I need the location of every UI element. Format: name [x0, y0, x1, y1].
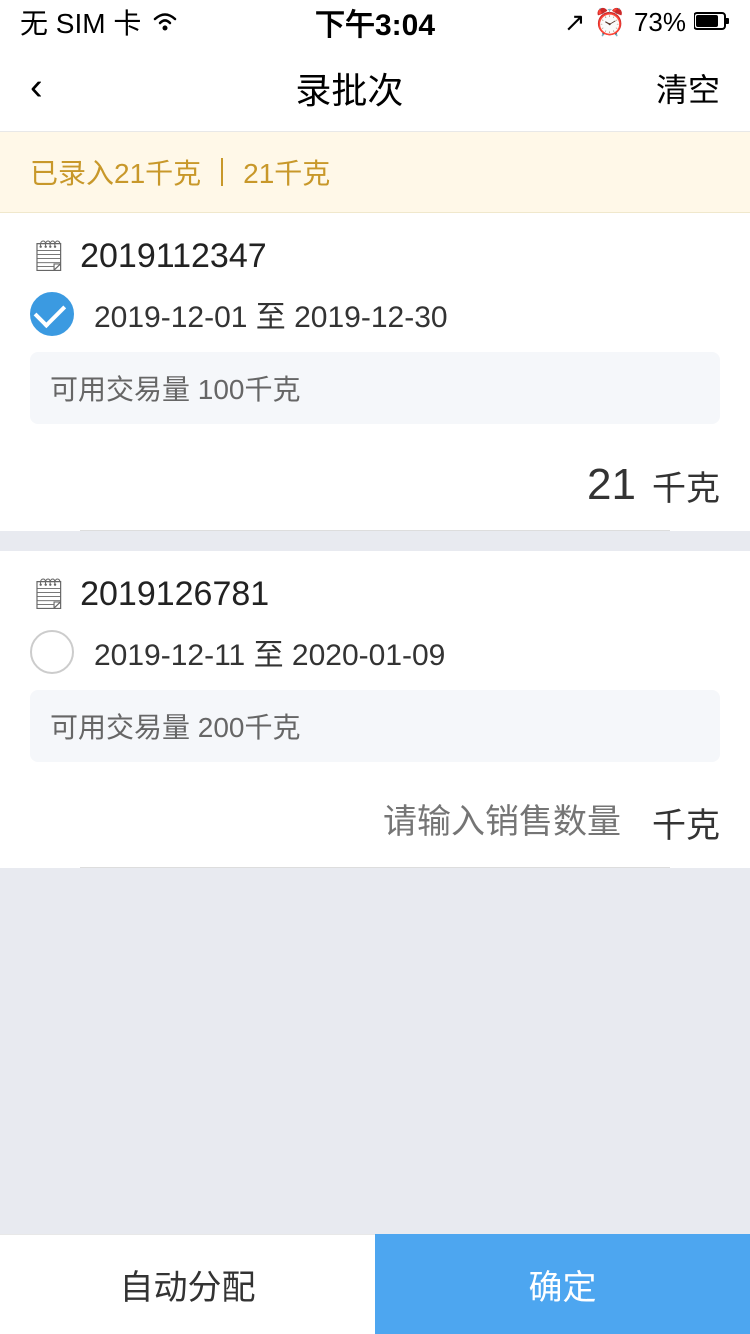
batch-item-1: 🗒 2019112347 2019-12-01 至 2019-12-30 可用交… [0, 213, 750, 531]
batch-date-1: 2019-12-01 至 2019-12-30 [94, 292, 448, 336]
recorded-label: 已录入21千克 [30, 152, 201, 192]
nav-bar: ‹ 录批次 清空 [0, 44, 750, 132]
status-bar: 无 SIM 卡 下午3:04 ↗ ⏰ 73% [0, 0, 750, 44]
batch-number-2: 2019126781 [80, 575, 269, 614]
batch-icon-2: 🗒 [30, 577, 68, 612]
batch-available-1: 可用交易量 100千克 [30, 352, 720, 424]
status-carrier: 无 SIM 卡 [20, 2, 179, 42]
batch-date-2: 2019-12-11 至 2020-01-09 [94, 630, 445, 674]
input-unit-2: 千克 [652, 798, 720, 847]
confirm-button[interactable]: 确定 [375, 1234, 750, 1334]
section-separator [0, 531, 750, 551]
total-label: 21千克 [243, 152, 330, 192]
batch-number-1: 2019112347 [80, 237, 267, 276]
batch-checkbox-2[interactable] [30, 630, 74, 674]
batch-date-row-1: 2019-12-01 至 2019-12-30 [0, 292, 750, 352]
amount-unit-1: 千克 [652, 461, 720, 510]
page-title: 录批次 [295, 62, 403, 114]
input-row-2: 千克 [0, 782, 750, 867]
batch-header-1: 🗒 2019112347 [0, 213, 750, 292]
sales-quantity-input-2[interactable] [30, 803, 636, 842]
batch-checkbox-1[interactable] [30, 292, 74, 336]
back-button[interactable]: ‹ [30, 66, 43, 109]
battery-label: 73% [634, 7, 686, 38]
location-icon: ↗ [564, 7, 586, 38]
summary-bar: 已录入21千克 21千克 [0, 132, 750, 213]
amount-value-1: 21 [587, 460, 636, 510]
auto-distribute-button[interactable]: 自动分配 [0, 1234, 375, 1334]
batch-icon-1: 🗒 [30, 239, 68, 274]
battery-icon [694, 7, 730, 38]
bottom-buttons: 自动分配 确定 [0, 1234, 750, 1334]
status-right: ↗ ⏰ 73% [564, 7, 730, 38]
wifi-icon [151, 6, 179, 38]
clear-button[interactable]: 清空 [656, 65, 720, 111]
batch-date-row-2: 2019-12-11 至 2020-01-09 [0, 630, 750, 690]
status-time: 下午3:04 [315, 0, 435, 44]
summary-divider [221, 158, 223, 186]
batch-item-2: 🗒 2019126781 2019-12-11 至 2020-01-09 可用交… [0, 551, 750, 868]
alarm-icon: ⏰ [594, 7, 626, 38]
amount-row-1: 21 千克 [0, 444, 750, 530]
batch-header-2: 🗒 2019126781 [0, 551, 750, 630]
batch-available-2: 可用交易量 200千克 [30, 690, 720, 762]
